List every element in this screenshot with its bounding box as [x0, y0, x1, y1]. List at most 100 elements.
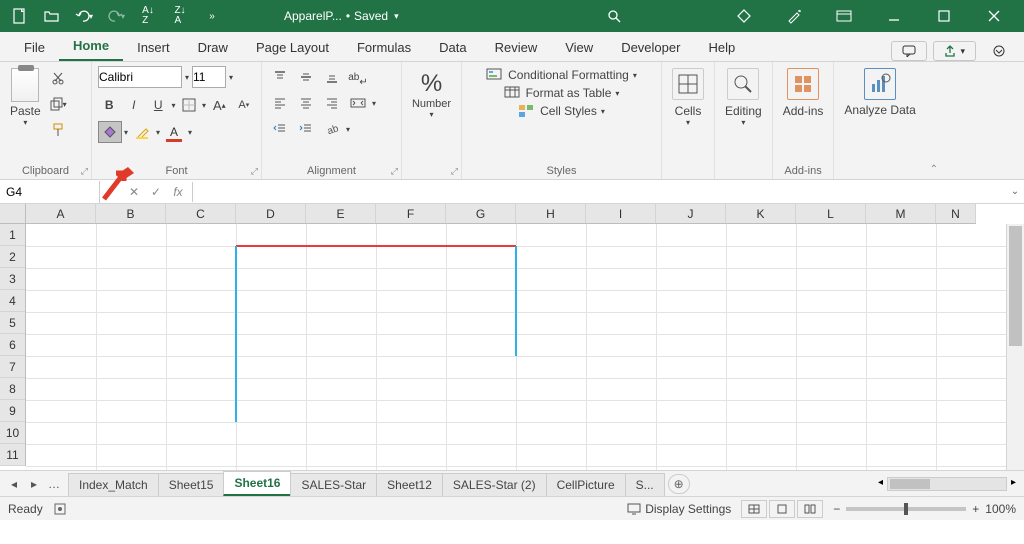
row-header[interactable]: 11: [0, 444, 25, 466]
tab-draw[interactable]: Draw: [184, 34, 242, 61]
search-icon[interactable]: [604, 6, 624, 26]
font-launcher-icon[interactable]: ⤢: [251, 166, 258, 177]
tab-help[interactable]: Help: [694, 34, 749, 61]
zoom-out-button[interactable]: −: [833, 502, 840, 516]
paste-button[interactable]: Paste ▾: [6, 66, 45, 129]
font-fill-button[interactable]: [130, 121, 154, 143]
italic-button[interactable]: I: [123, 94, 146, 116]
col-header[interactable]: C: [166, 204, 236, 223]
align-middle-icon[interactable]: [294, 66, 318, 88]
sheet-tab[interactable]: Sheet12: [376, 473, 443, 496]
row-header[interactable]: 2: [0, 246, 25, 268]
enter-formula-icon[interactable]: ✓: [146, 182, 166, 202]
decrease-indent-icon[interactable]: [268, 118, 292, 140]
macro-record-icon[interactable]: [53, 502, 67, 516]
sheet-tab-active[interactable]: Sheet16: [223, 471, 291, 496]
normal-view-icon[interactable]: [741, 500, 767, 518]
hscroll-right-icon[interactable]: ▸: [1011, 477, 1016, 491]
sheet-tab[interactable]: Sheet15: [158, 473, 225, 496]
conditional-formatting-button[interactable]: Conditional Formatting ▾: [468, 68, 655, 82]
share-button[interactable]: ▾: [933, 41, 976, 61]
addins-button[interactable]: [787, 68, 819, 100]
col-header[interactable]: N: [936, 204, 976, 223]
row-header[interactable]: 8: [0, 378, 25, 400]
col-header[interactable]: G: [446, 204, 516, 223]
fx-icon[interactable]: fx: [168, 182, 188, 202]
tab-home[interactable]: Home: [59, 32, 123, 61]
sort-asc-icon[interactable]: A↓Z: [136, 4, 160, 28]
hscroll-left-icon[interactable]: ◂: [878, 477, 883, 491]
sheet-tab[interactable]: SALES-Star (2): [442, 473, 547, 496]
col-header[interactable]: M: [866, 204, 936, 223]
row-header[interactable]: 4: [0, 290, 25, 312]
maximize-button[interactable]: [924, 2, 964, 30]
row-header[interactable]: 5: [0, 312, 25, 334]
row-header[interactable]: 3: [0, 268, 25, 290]
row-header[interactable]: 7: [0, 356, 25, 378]
col-header[interactable]: F: [376, 204, 446, 223]
align-left-icon[interactable]: [268, 92, 292, 114]
close-button[interactable]: [974, 2, 1014, 30]
cut-icon[interactable]: [47, 68, 69, 88]
decrease-font-icon[interactable]: A▾: [233, 94, 256, 116]
expand-formula-bar-icon[interactable]: ⌄: [1006, 186, 1024, 197]
col-header[interactable]: L: [796, 204, 866, 223]
row-header[interactable]: 10: [0, 422, 25, 444]
cells-area[interactable]: [26, 224, 1006, 470]
zoom-slider[interactable]: [846, 507, 966, 511]
chevron-down-icon[interactable]: ▾: [394, 11, 399, 22]
row-header[interactable]: 1: [0, 224, 25, 246]
redo-icon[interactable]: ▾: [104, 4, 128, 28]
row-header[interactable]: 6: [0, 334, 25, 356]
align-right-icon[interactable]: [320, 92, 344, 114]
bold-button[interactable]: B: [98, 94, 121, 116]
col-header[interactable]: E: [306, 204, 376, 223]
font-size-input[interactable]: [192, 66, 226, 88]
new-sheet-button[interactable]: ⊕: [668, 474, 690, 494]
tab-data[interactable]: Data: [425, 34, 480, 61]
align-top-icon[interactable]: [268, 66, 292, 88]
ribbon-display-icon[interactable]: [824, 2, 864, 30]
sheet-nav-more-icon[interactable]: …: [46, 476, 62, 492]
comments-button[interactable]: [891, 41, 927, 61]
fill-color-button[interactable]: [98, 121, 122, 143]
name-box[interactable]: G4: [0, 181, 100, 203]
vertical-scrollbar[interactable]: [1006, 224, 1024, 470]
clipboard-launcher-icon[interactable]: ⤢: [81, 166, 88, 177]
col-header[interactable]: A: [26, 204, 96, 223]
tab-insert[interactable]: Insert: [123, 34, 184, 61]
cells-button[interactable]: [672, 68, 704, 100]
increase-indent-icon[interactable]: [294, 118, 318, 140]
collapse-ribbon-icon[interactable]: [982, 41, 1016, 61]
analyze-data-button[interactable]: [864, 68, 896, 100]
tab-page-layout[interactable]: Page Layout: [242, 34, 343, 61]
font-name-input[interactable]: [98, 66, 182, 88]
col-header[interactable]: D: [236, 204, 306, 223]
sheet-tab[interactable]: SALES-Star: [290, 473, 377, 496]
col-header[interactable]: I: [586, 204, 656, 223]
underline-button[interactable]: U: [147, 94, 170, 116]
diamond-icon[interactable]: [724, 2, 764, 30]
horizontal-scrollbar[interactable]: ◂ ▸: [690, 477, 1024, 491]
new-file-icon[interactable]: [8, 4, 32, 28]
font-color-button[interactable]: A: [162, 121, 186, 143]
namebox-dropdown-icon[interactable]: ▾: [100, 186, 120, 197]
borders-button[interactable]: [178, 94, 201, 116]
page-break-view-icon[interactable]: [797, 500, 823, 518]
col-header[interactable]: H: [516, 204, 586, 223]
sort-desc-icon[interactable]: Z↓A: [168, 4, 192, 28]
tab-review[interactable]: Review: [481, 34, 552, 61]
tab-view[interactable]: View: [551, 34, 607, 61]
copy-icon[interactable]: ▾: [47, 94, 69, 114]
alignment-launcher-icon[interactable]: ⤢: [391, 166, 398, 177]
editing-button[interactable]: [727, 68, 759, 100]
qat-more-icon[interactable]: »: [200, 4, 224, 28]
orientation-icon[interactable]: ab: [320, 118, 344, 140]
pen-sparkle-icon[interactable]: [774, 2, 814, 30]
tab-file[interactable]: File: [10, 34, 59, 61]
format-painter-icon[interactable]: [47, 120, 69, 140]
number-launcher-icon[interactable]: ⤢: [451, 166, 458, 177]
zoom-in-button[interactable]: +: [972, 502, 979, 516]
col-header[interactable]: J: [656, 204, 726, 223]
sheet-tab[interactable]: S...: [625, 473, 665, 496]
